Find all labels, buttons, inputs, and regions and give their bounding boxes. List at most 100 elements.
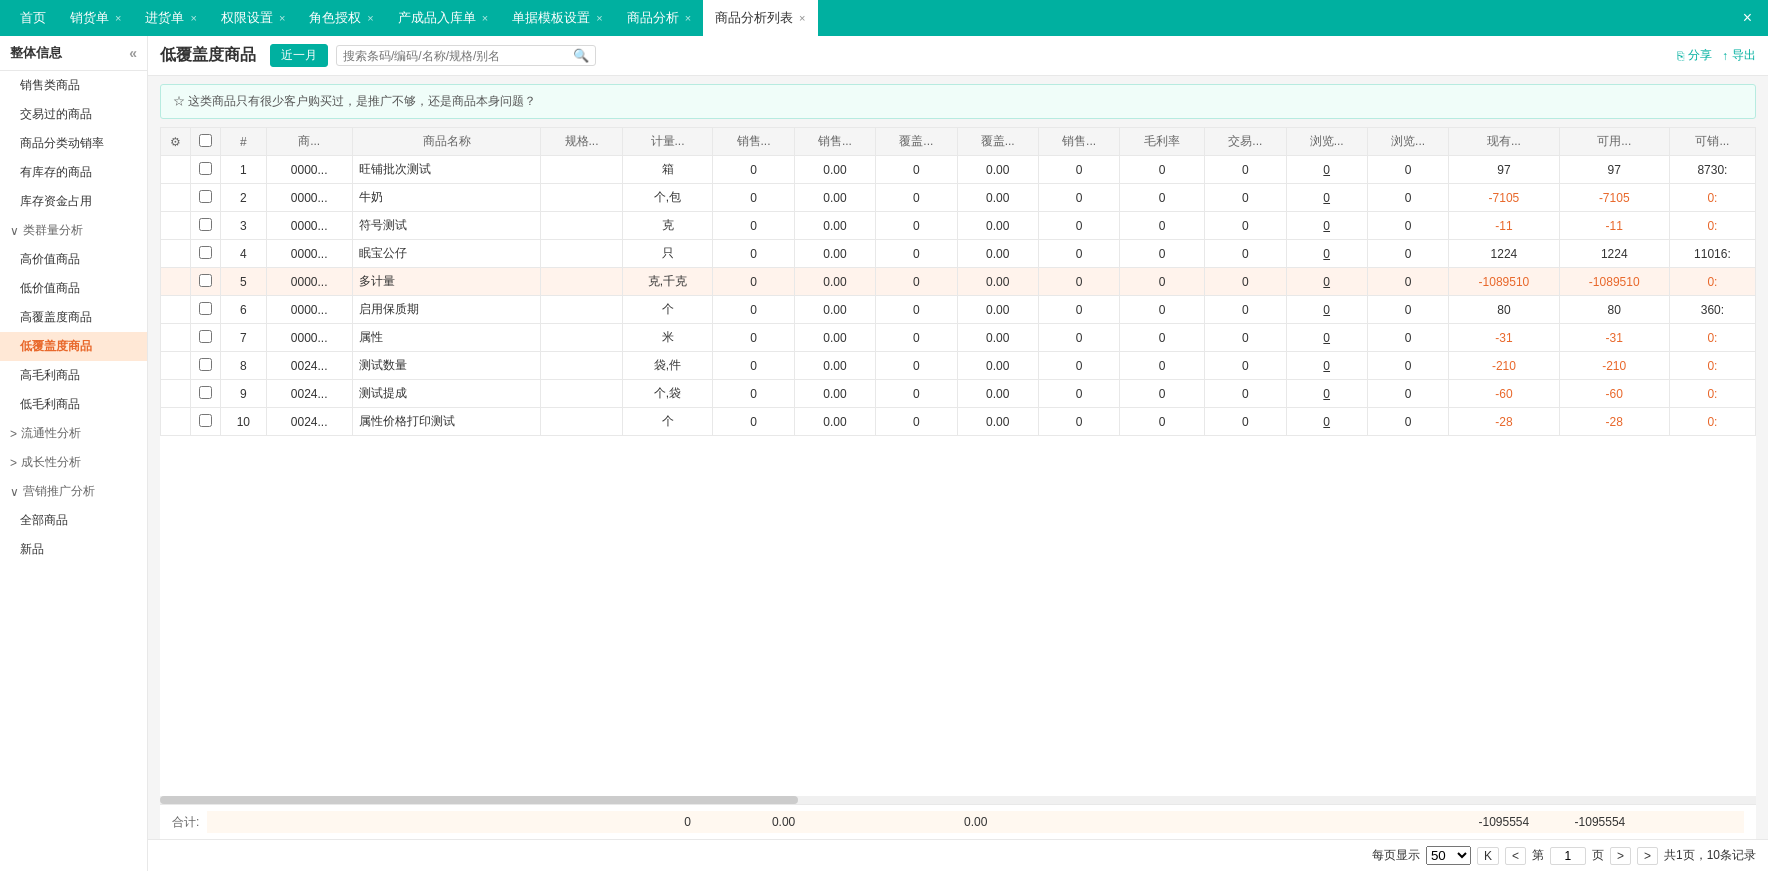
sidebar-item-high-value[interactable]: 高价值商品: [0, 245, 147, 274]
share-button[interactable]: ⎘ 分享: [1677, 47, 1712, 64]
row-checkbox[interactable]: [199, 218, 212, 231]
close-icon[interactable]: ×: [279, 12, 285, 24]
cell-name: 属性价格打印测试: [352, 408, 541, 436]
cell-browse1[interactable]: 0: [1286, 408, 1367, 436]
data-table-wrapper: ⚙ # 商... 商品名称 规格... 计量... 销售... 销售... 覆盖…: [160, 127, 1756, 796]
next-page-button[interactable]: >: [1610, 847, 1631, 865]
cell-sales-qty2: 0: [1038, 156, 1119, 184]
sidebar-item-traded-products[interactable]: 交易过的商品: [0, 100, 147, 129]
cell-unit: 个,包: [622, 184, 713, 212]
close-icon[interactable]: ×: [799, 12, 805, 24]
sidebar-item-high-margin[interactable]: 高毛利商品: [0, 361, 147, 390]
cell-checkbox[interactable]: [191, 380, 221, 408]
th-settings[interactable]: ⚙: [161, 128, 191, 156]
row-checkbox[interactable]: [199, 162, 212, 175]
cell-browse1[interactable]: 0: [1286, 324, 1367, 352]
nav-product-warehouse[interactable]: 产成品入库单 ×: [386, 0, 500, 36]
cell-browse1[interactable]: 0: [1286, 268, 1367, 296]
export-button[interactable]: ↑ 导出: [1722, 47, 1756, 64]
row-checkbox[interactable]: [199, 386, 212, 399]
cell-spec: [541, 268, 622, 296]
cell-browse1[interactable]: 0: [1286, 184, 1367, 212]
cell-checkbox[interactable]: [191, 268, 221, 296]
sidebar-item-sales-products[interactable]: 销售类商品: [0, 71, 147, 100]
sidebar-collapse-button[interactable]: «: [129, 45, 137, 61]
page-number-input[interactable]: [1550, 847, 1586, 865]
horizontal-scrollbar[interactable]: [160, 796, 1756, 804]
th-trade: 交易...: [1205, 128, 1286, 156]
cell-browse1[interactable]: 0: [1286, 156, 1367, 184]
th-checkbox[interactable]: [191, 128, 221, 156]
page-size-select[interactable]: 50 100 200: [1426, 846, 1471, 865]
table-row: 5 0000... 多计量 克,千克 0 0.00 0 0.00 0 0 0 0…: [161, 268, 1756, 296]
chevron-down-icon: ∨: [10, 224, 19, 238]
th-spec: 规格...: [541, 128, 622, 156]
sidebar-item-low-margin[interactable]: 低毛利商品: [0, 390, 147, 419]
close-icon[interactable]: ×: [482, 12, 488, 24]
nav-purchase-order[interactable]: 进货单 ×: [133, 0, 208, 36]
table-row: 8 0024... 测试数量 袋,件 0 0.00 0 0.00 0 0 0 0…: [161, 352, 1756, 380]
time-filter-button[interactable]: 近一月: [270, 44, 328, 67]
cell-spec: [541, 212, 622, 240]
cell-no: 2: [221, 184, 267, 212]
sidebar-item-in-stock-products[interactable]: 有库存的商品: [0, 158, 147, 187]
th-avail-stock: 可用...: [1559, 128, 1669, 156]
sidebar-group-liquidity[interactable]: > 流通性分析: [0, 419, 147, 448]
prev-page-button[interactable]: <: [1505, 847, 1526, 865]
close-all-button[interactable]: ×: [1735, 9, 1760, 27]
sidebar-item-category-turnover[interactable]: 商品分类动销率: [0, 129, 147, 158]
nav-template-settings[interactable]: 单据模板设置 ×: [500, 0, 614, 36]
close-icon[interactable]: ×: [190, 12, 196, 24]
cell-browse1[interactable]: 0: [1286, 240, 1367, 268]
sidebar-item-capital-occupation[interactable]: 库存资金占用: [0, 187, 147, 216]
cell-checkbox[interactable]: [191, 240, 221, 268]
row-checkbox[interactable]: [199, 414, 212, 427]
cell-cur-stock: 80: [1449, 296, 1559, 324]
sidebar-group-growth[interactable]: > 成长性分析: [0, 448, 147, 477]
sidebar-group-cluster-analysis[interactable]: ∨ 类群量分析: [0, 216, 147, 245]
cell-browse1[interactable]: 0: [1286, 352, 1367, 380]
nav-permission-settings[interactable]: 权限设置 ×: [209, 0, 297, 36]
nav-product-analysis-list[interactable]: 商品分析列表 ×: [703, 0, 817, 36]
last-page-button[interactable]: >: [1637, 847, 1658, 865]
row-checkbox[interactable]: [199, 274, 212, 287]
close-icon[interactable]: ×: [115, 12, 121, 24]
sidebar-item-low-coverage[interactable]: 低覆盖度商品: [0, 332, 147, 361]
row-checkbox[interactable]: [199, 330, 212, 343]
close-icon[interactable]: ×: [367, 12, 373, 24]
cell-browse1[interactable]: 0: [1286, 380, 1367, 408]
nav-product-analysis[interactable]: 商品分析 ×: [615, 0, 703, 36]
row-checkbox[interactable]: [199, 190, 212, 203]
cell-unit: 只: [622, 240, 713, 268]
cell-checkbox[interactable]: [191, 352, 221, 380]
cell-browse1[interactable]: 0: [1286, 212, 1367, 240]
nav-home[interactable]: 首页: [8, 0, 58, 36]
cell-cover1: 0: [876, 240, 957, 268]
cell-checkbox[interactable]: [191, 408, 221, 436]
nav-sales-order[interactable]: 销货单 ×: [58, 0, 133, 36]
sidebar-item-all-products[interactable]: 全部商品: [0, 506, 147, 535]
cell-checkbox[interactable]: [191, 212, 221, 240]
cell-browse1[interactable]: 0: [1286, 296, 1367, 324]
cell-unit: 袋,件: [622, 352, 713, 380]
row-checkbox[interactable]: [199, 358, 212, 371]
select-all-checkbox[interactable]: [199, 134, 212, 147]
footer-cover1: [832, 811, 928, 833]
cell-trade: 0: [1205, 352, 1286, 380]
row-checkbox[interactable]: [199, 246, 212, 259]
cell-checkbox[interactable]: [191, 296, 221, 324]
search-input[interactable]: [343, 49, 573, 63]
sidebar-group-marketing[interactable]: ∨ 营销推广分析: [0, 477, 147, 506]
first-page-button[interactable]: K: [1477, 847, 1499, 865]
row-checkbox[interactable]: [199, 302, 212, 315]
cell-checkbox[interactable]: [191, 324, 221, 352]
cell-checkbox[interactable]: [191, 184, 221, 212]
close-icon[interactable]: ×: [596, 12, 602, 24]
cell-checkbox[interactable]: [191, 156, 221, 184]
sidebar-item-high-coverage[interactable]: 高覆盖度商品: [0, 303, 147, 332]
sidebar-item-new-products[interactable]: 新品: [0, 535, 147, 564]
nav-role-auth[interactable]: 角色授权 ×: [297, 0, 385, 36]
cell-gross-rate: 0: [1120, 408, 1205, 436]
sidebar-item-low-value[interactable]: 低价值商品: [0, 274, 147, 303]
close-icon[interactable]: ×: [685, 12, 691, 24]
